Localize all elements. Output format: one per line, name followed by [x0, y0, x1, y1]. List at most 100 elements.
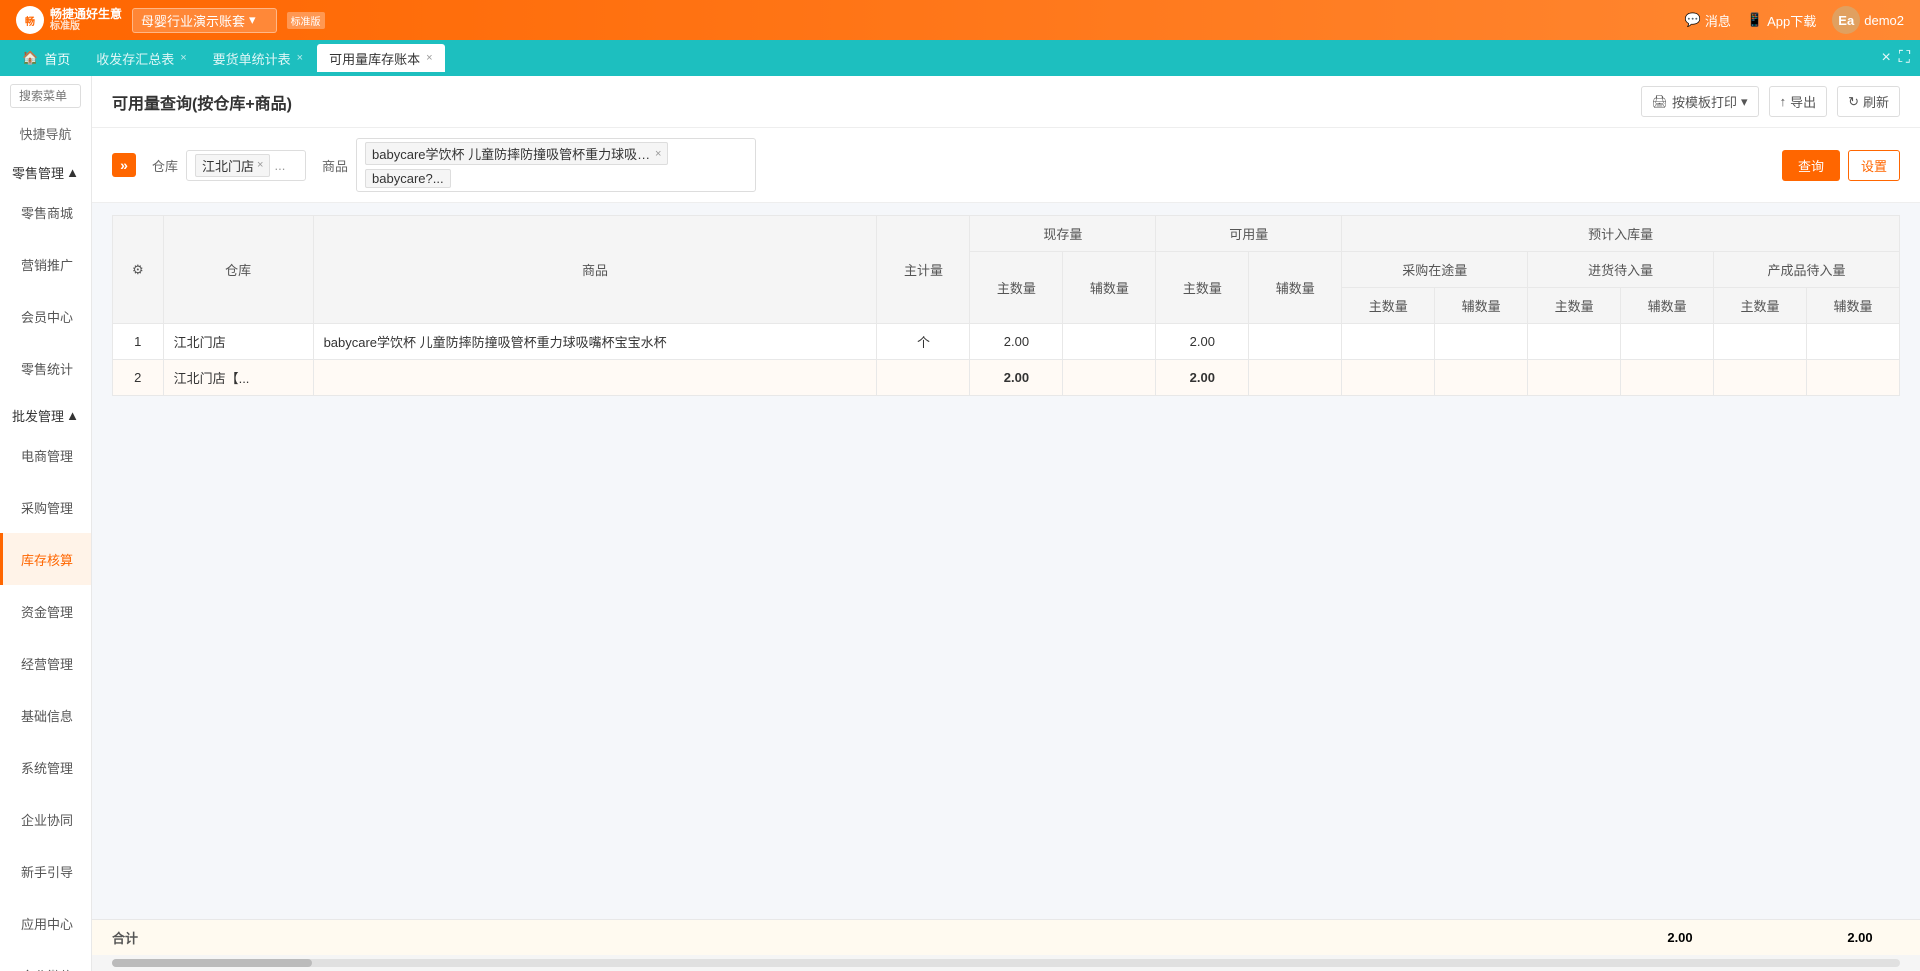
logo-icon: 畅	[16, 6, 44, 34]
warehouse-label: 仓库	[152, 156, 178, 175]
filter-actions: 查询 设置	[1782, 150, 1900, 181]
sidebar-item-label: 企业协同	[21, 810, 73, 829]
sidebar-item-label: 系统管理	[21, 758, 73, 777]
quick-nav-label: 快捷导航	[19, 124, 71, 143]
sidebar-item-label: 营销推广	[21, 255, 73, 274]
content-area: 可用量查询(按仓库+商品) 🖨 按模板打印 ▾ ↑ 导出 ↻ 刷新	[92, 76, 1920, 971]
avatar: Ea	[1832, 6, 1860, 34]
logo-sub: 标准版	[50, 21, 122, 33]
row1-available-sub	[1249, 324, 1342, 360]
sidebar-item-operations[interactable]: 经营管理	[0, 637, 91, 689]
tab-demand[interactable]: 要货单统计表 ×	[201, 44, 315, 72]
footer-label: 合计	[112, 928, 138, 947]
sidebar-item-inventory[interactable]: 库存核算	[0, 533, 91, 585]
sidebar-item-retail-stats[interactable]: 零售统计	[0, 342, 91, 394]
sidebar-item-enterprise-wechat[interactable]: 企业微信	[0, 949, 91, 971]
filter-more-icon[interactable]: ...	[274, 158, 285, 173]
chevron-down-icon: ▾	[1741, 94, 1748, 110]
row2-warehouse: 江北门店【...	[163, 360, 313, 396]
sidebar-item-retail-mgmt[interactable]: 零售管理 ▲	[0, 155, 91, 186]
sidebar-item-collab[interactable]: 企业协同	[0, 793, 91, 845]
tab-available[interactable]: 可用量库存账本 ×	[317, 44, 444, 72]
sidebar-item-label: 库存核算	[21, 550, 73, 569]
th-stock-sub: 辅数量	[1063, 252, 1156, 324]
sidebar-item-marketing[interactable]: 营销推广	[0, 238, 91, 290]
sidebar-item-retail-store[interactable]: 零售商城	[0, 186, 91, 238]
sidebar-item-wholesale[interactable]: 批发管理 ▲	[0, 398, 91, 429]
sidebar-item-label: 企业微信	[21, 966, 73, 971]
sidebar-item-label: 批发管理	[12, 406, 64, 425]
sidebar-item-label: 基础信息	[21, 706, 73, 725]
warehouse-tags[interactable]: 江北门店 × ...	[186, 150, 306, 181]
user-menu[interactable]: Ea demo2	[1832, 6, 1904, 34]
scrollbar-track	[112, 959, 1900, 967]
tab-home[interactable]: 🏠 首页	[10, 44, 82, 72]
sidebar-item-member[interactable]: 会员中心	[0, 290, 91, 342]
filter-expand-btn[interactable]: »	[112, 153, 136, 177]
th-product: 商品	[313, 216, 877, 324]
table-container: ⚙ 仓库 商品 主计量 现存量 可用量 预计入库量 主数量 辅数量 主数量 辅数…	[92, 203, 1920, 919]
sidebar-item-purchase[interactable]: 采购管理	[0, 481, 91, 533]
tab-collect-close[interactable]: ×	[180, 52, 186, 64]
th-inbound-main: 主数量	[1528, 288, 1621, 324]
row2-production-sub	[1807, 360, 1900, 396]
column-settings[interactable]: ⚙	[113, 216, 164, 324]
scrollbar-thumb[interactable]	[112, 959, 312, 967]
sidebar-item-app-center[interactable]: 应用中心	[0, 897, 91, 949]
row1-available-main: 2.00	[1156, 324, 1249, 360]
app-download-btn[interactable]: 📱 App下载	[1747, 11, 1816, 30]
th-stock-main: 主数量	[970, 252, 1063, 324]
tab-demand-close[interactable]: ×	[297, 52, 303, 64]
print-btn[interactable]: 🖨 按模板打印 ▾	[1641, 86, 1759, 117]
row1-production-sub	[1807, 324, 1900, 360]
row2-purchase-sub	[1435, 360, 1528, 396]
logo-text: 畅捷通好生意	[50, 7, 122, 21]
refresh-icon: ↻	[1848, 94, 1859, 110]
row1-inbound-sub	[1621, 324, 1714, 360]
row1-unit: 个	[877, 324, 970, 360]
export-btn[interactable]: ↑ 导出	[1769, 86, 1828, 117]
table-footer: 合计 2.00 2.00	[92, 919, 1920, 955]
data-table: ⚙ 仓库 商品 主计量 现存量 可用量 预计入库量 主数量 辅数量 主数量 辅数…	[112, 215, 1900, 396]
query-btn[interactable]: 查询	[1782, 150, 1840, 181]
sidebar-item-basic-info[interactable]: 基础信息	[0, 689, 91, 741]
industry-select[interactable]: 母婴行业演示账套 ▾	[132, 8, 277, 33]
settings-btn[interactable]: 设置	[1848, 150, 1900, 181]
close-all-tabs-btn[interactable]: ×	[1881, 49, 1890, 67]
expand-btn[interactable]: ⛶	[1899, 49, 1910, 67]
message-btn[interactable]: 💬 消息	[1685, 11, 1731, 30]
th-available-group: 可用量	[1156, 216, 1342, 252]
sidebar-item-guide[interactable]: 新手引导	[0, 845, 91, 897]
th-inbound-group: 进货待入量	[1528, 252, 1714, 288]
th-stock-group: 现存量	[970, 216, 1156, 252]
logo-area: 畅 畅捷通好生意 标准版	[16, 6, 122, 34]
product-tag-1: babycare学饮杯 儿童防摔防撞吸管杯重力球吸嘴杯宝宝水杯 ×	[365, 142, 668, 165]
warehouse-tag-close[interactable]: ×	[257, 159, 263, 171]
row2-inbound-sub	[1621, 360, 1714, 396]
refresh-btn[interactable]: ↻ 刷新	[1837, 86, 1900, 117]
user-name: demo2	[1864, 13, 1904, 28]
print-label: 按模板打印	[1672, 92, 1737, 111]
product-tag-text-2: babycare?...	[372, 171, 444, 186]
product-tags[interactable]: babycare学饮杯 儿童防摔防撞吸管杯重力球吸嘴杯宝宝水杯 × babyca…	[356, 138, 756, 192]
th-production-main: 主数量	[1714, 288, 1807, 324]
tab-collect[interactable]: 收发存汇总表 ×	[84, 44, 198, 72]
sidebar-item-system[interactable]: 系统管理	[0, 741, 91, 793]
product-tag-close[interactable]: ×	[655, 148, 661, 160]
th-available-sub: 辅数量	[1249, 252, 1342, 324]
row1-num: 1	[113, 324, 164, 360]
sidebar-item-ecommerce[interactable]: 电商管理	[0, 429, 91, 481]
sidebar-item-label: 会员中心	[21, 307, 73, 326]
tab-available-close[interactable]: ×	[426, 52, 432, 64]
th-available-main: 主数量	[1156, 252, 1249, 324]
row1-stock-sub	[1063, 324, 1156, 360]
sidebar-item-finance[interactable]: 资金管理	[0, 585, 91, 637]
nav-tabs-right: × ⛶	[1881, 49, 1910, 67]
search-input[interactable]	[10, 84, 81, 108]
quick-nav-btn[interactable]: 快捷导航	[0, 116, 91, 151]
phone-icon: 📱	[1747, 12, 1763, 28]
row2-available-main: 2.00	[1156, 360, 1249, 396]
row2-unit	[877, 360, 970, 396]
row2-purchase-main	[1342, 360, 1435, 396]
table-row: 2 江北门店【... 2.00 2.00	[113, 360, 1900, 396]
